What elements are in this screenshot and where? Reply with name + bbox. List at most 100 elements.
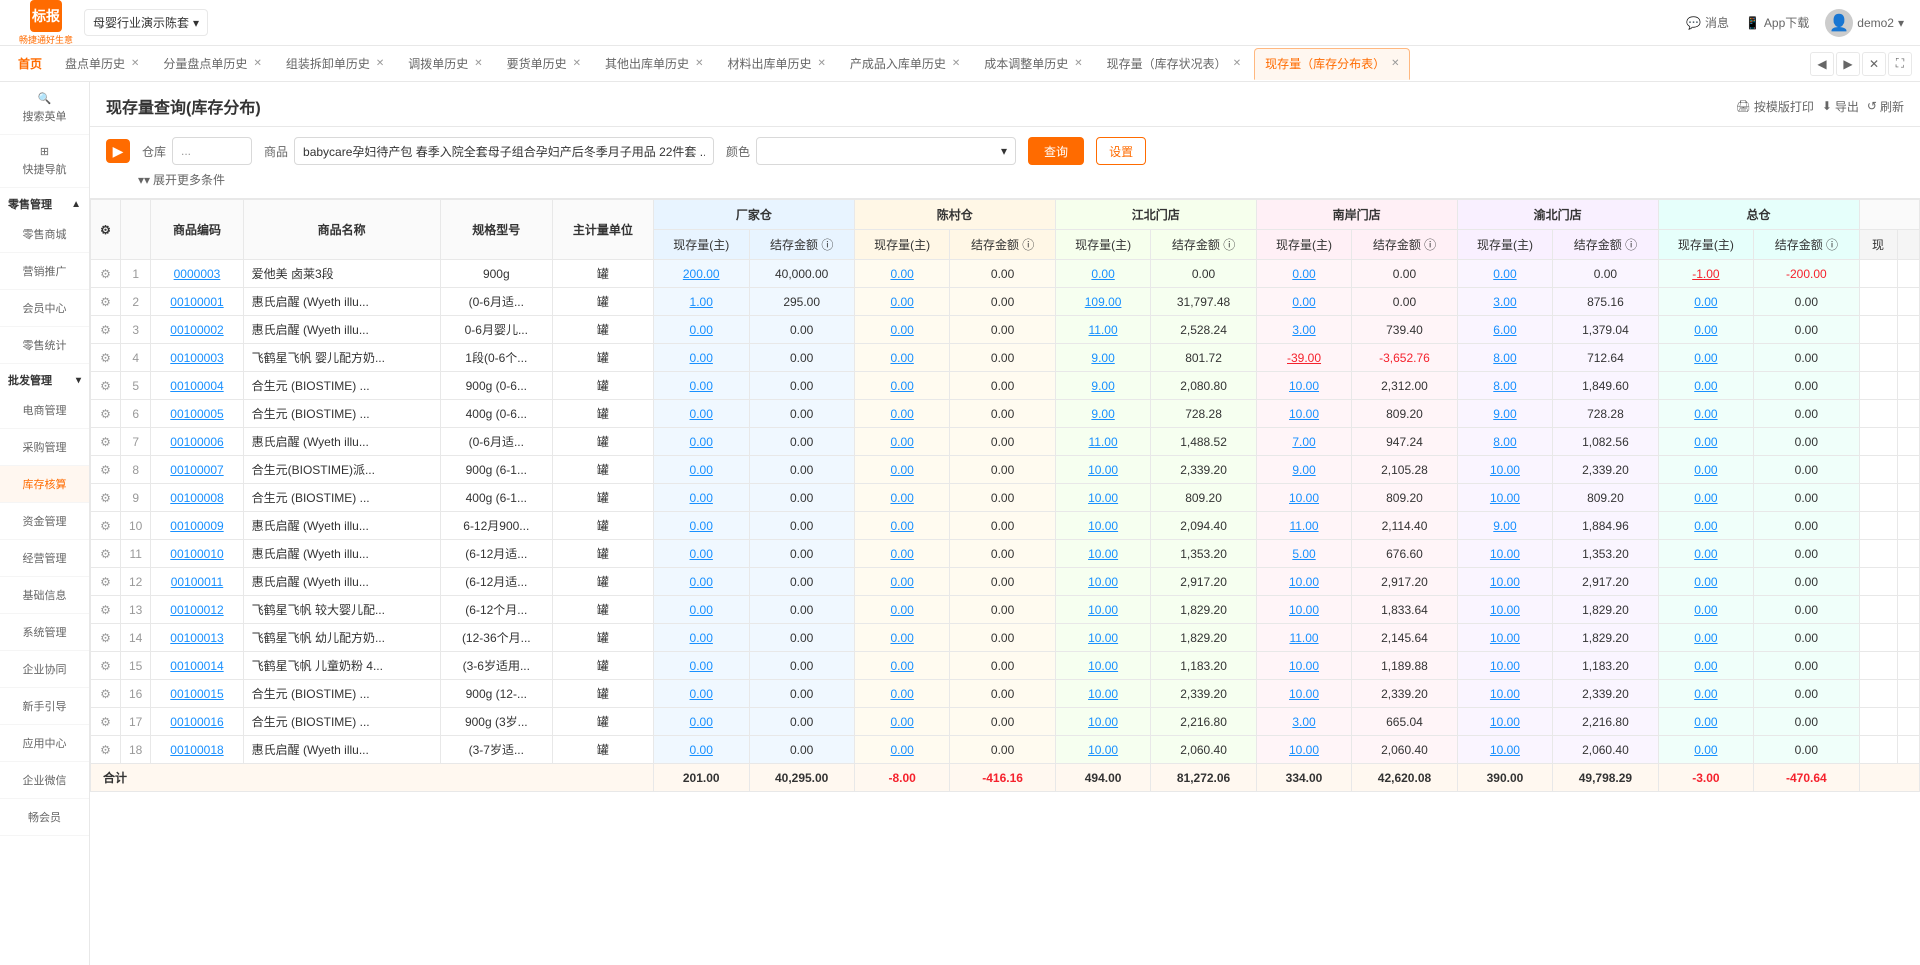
row-cc-qty: 0.00 — [854, 316, 950, 344]
row-jb-qty: 0.00 — [1055, 260, 1151, 288]
export-btn[interactable]: ⬇ 导出 — [1822, 98, 1859, 115]
row-settings[interactable]: ⚙ — [91, 260, 121, 288]
row-na-qty: 10.00 — [1256, 596, 1352, 624]
table-row: ⚙ 1 0000003 爱他美 卤莱3段 900g 罐 200.00 40,00… — [91, 260, 1920, 288]
settings-button[interactable]: 设置 — [1096, 137, 1146, 165]
sidebar-item-guide[interactable]: 新手引导 — [0, 688, 89, 725]
search-button[interactable]: 查询 — [1028, 137, 1084, 165]
close-icon[interactable]: ✕ — [1074, 58, 1082, 69]
sidebar-item-retail[interactable]: 零售管理 ▲ — [0, 188, 89, 216]
color-select[interactable]: ▾ — [756, 137, 1016, 165]
tab-label: 材料出库单历史 — [727, 55, 811, 72]
sidebar-item-ecommerce[interactable]: 电商管理 — [0, 392, 89, 429]
sidebar-item-system[interactable]: 系统管理 — [0, 614, 89, 651]
download-icon: 📱 — [1745, 16, 1760, 30]
refresh-btn[interactable]: ↺ 刷新 — [1867, 98, 1904, 115]
row-settings[interactable]: ⚙ — [91, 428, 121, 456]
tab-cost-adjust[interactable]: 成本调整单历史 ✕ — [973, 48, 1093, 80]
close-icon[interactable]: ✕ — [376, 58, 384, 69]
row-cc-amt: 0.00 — [950, 540, 1055, 568]
row-name: 飞鹤星飞帆 婴儿配方奶... — [243, 344, 440, 372]
summary-zc-amt: -470.64 — [1754, 764, 1859, 792]
message-btn[interactable]: 💬 消息 — [1686, 14, 1729, 31]
tab-stock-dist[interactable]: 现存量（库存分布表） ✕ — [1254, 48, 1410, 80]
collapse-btn[interactable]: ▶ — [106, 139, 130, 163]
tab-purchase-order[interactable]: 要货单历史 ✕ — [496, 48, 592, 80]
row-jb-amt: 1,829.20 — [1151, 624, 1256, 652]
row-settings[interactable]: ⚙ — [91, 596, 121, 624]
sidebar-item-search[interactable]: 🔍 搜索英单 — [0, 82, 89, 135]
row-yb-amt: 0.00 — [1553, 260, 1658, 288]
export-label: 导出 — [1835, 98, 1859, 115]
warehouse-input[interactable]: ... — [172, 137, 252, 165]
close-icon[interactable]: ✕ — [573, 58, 581, 69]
row-fj-qty: 0.00 — [653, 512, 749, 540]
row-settings[interactable]: ⚙ — [91, 456, 121, 484]
row-settings[interactable]: ⚙ — [91, 736, 121, 764]
tab-home[interactable]: 首页 — [8, 48, 52, 80]
user-menu[interactable]: 👤 demo2 ▾ — [1825, 9, 1904, 37]
close-icon[interactable]: ✕ — [474, 58, 482, 69]
row-settings[interactable]: ⚙ — [91, 652, 121, 680]
expand-more-btn[interactable]: ▾▾ 展开更多条件 — [138, 171, 225, 188]
row-settings[interactable]: ⚙ — [91, 680, 121, 708]
tab-material-out[interactable]: 材料出库单历史 ✕ — [716, 48, 836, 80]
row-yb-qty: 3.00 — [1457, 288, 1553, 316]
tab-branch-count[interactable]: 分量盘点单历史 ✕ — [152, 48, 272, 80]
sidebar-item-wechat[interactable]: 企业微信 — [0, 762, 89, 799]
sidebar-item-marketing[interactable]: 营销推广 — [0, 253, 89, 290]
sidebar-item-retail-store[interactable]: 零售商城 — [0, 216, 89, 253]
close-icon[interactable]: ✕ — [695, 58, 703, 69]
row-settings[interactable]: ⚙ — [91, 568, 121, 596]
row-fj-amt: 0.00 — [749, 400, 854, 428]
row-extra-qty — [1859, 624, 1897, 652]
row-settings[interactable]: ⚙ — [91, 484, 121, 512]
tab-next-btn[interactable]: ▶ — [1836, 52, 1860, 76]
sidebar-item-shortcuts[interactable]: ⊞ 快捷导航 — [0, 135, 89, 188]
tab-expand-btn[interactable]: ⛶ — [1888, 52, 1912, 76]
tab-other-out[interactable]: 其他出库单历史 ✕ — [594, 48, 714, 80]
sidebar-item-purchase[interactable]: 采购管理 — [0, 429, 89, 466]
print-btn[interactable]: 🖨 按模版打印 — [1736, 98, 1814, 115]
close-icon[interactable]: ✕ — [817, 58, 825, 69]
sidebar-item-enterprise[interactable]: 企业协同 — [0, 651, 89, 688]
tab-prev-btn[interactable]: ◀ — [1810, 52, 1834, 76]
row-settings[interactable]: ⚙ — [91, 344, 121, 372]
close-icon[interactable]: ✕ — [952, 58, 960, 69]
row-code: 00100007 — [151, 456, 243, 484]
row-num: 5 — [121, 372, 151, 400]
row-settings[interactable]: ⚙ — [91, 288, 121, 316]
sidebar-item-app-center[interactable]: 应用中心 — [0, 725, 89, 762]
row-settings[interactable]: ⚙ — [91, 372, 121, 400]
company-dropdown[interactable]: 母婴行业演示陈套 ▾ — [84, 9, 208, 36]
close-icon[interactable]: ✕ — [1233, 58, 1241, 69]
row-settings[interactable]: ⚙ — [91, 624, 121, 652]
tab-adjust[interactable]: 调拨单历史 ✕ — [397, 48, 493, 80]
close-icon[interactable]: ✕ — [131, 58, 139, 69]
sidebar-item-member2[interactable]: 畅会员 — [0, 799, 89, 836]
row-settings[interactable]: ⚙ — [91, 540, 121, 568]
row-settings[interactable]: ⚙ — [91, 316, 121, 344]
sidebar-item-wholesale[interactable]: 批发管理 ▾ — [0, 364, 89, 392]
sidebar-item-operation[interactable]: 经营管理 — [0, 540, 89, 577]
row-spec: (3-7岁适... — [440, 736, 552, 764]
close-icon[interactable]: ✕ — [1391, 58, 1399, 69]
row-settings[interactable]: ⚙ — [91, 512, 121, 540]
sidebar-item-retail-stats[interactable]: 零售统计 — [0, 327, 89, 364]
tab-stock-status[interactable]: 现存量（库存状况表） ✕ — [1096, 48, 1252, 80]
sidebar-item-inventory[interactable]: 库存核算 — [0, 466, 89, 503]
tab-close-btn[interactable]: ✕ — [1862, 52, 1886, 76]
row-fj-qty: 1.00 — [653, 288, 749, 316]
settings-col-header[interactable]: ⚙ — [91, 200, 121, 260]
row-settings[interactable]: ⚙ — [91, 400, 121, 428]
sidebar-item-basic[interactable]: 基础信息 — [0, 577, 89, 614]
app-download-btn[interactable]: 📱 App下载 — [1745, 14, 1809, 31]
tab-inventory-count[interactable]: 盘点单历史 ✕ — [54, 48, 150, 80]
goods-input[interactable] — [294, 137, 714, 165]
sidebar-item-member[interactable]: 会员中心 — [0, 290, 89, 327]
close-icon[interactable]: ✕ — [253, 58, 261, 69]
tab-combo[interactable]: 组装拆卸单历史 ✕ — [275, 48, 395, 80]
sidebar-item-finance[interactable]: 资金管理 — [0, 503, 89, 540]
row-settings[interactable]: ⚙ — [91, 708, 121, 736]
tab-product-in[interactable]: 产成品入库单历史 ✕ — [839, 48, 971, 80]
